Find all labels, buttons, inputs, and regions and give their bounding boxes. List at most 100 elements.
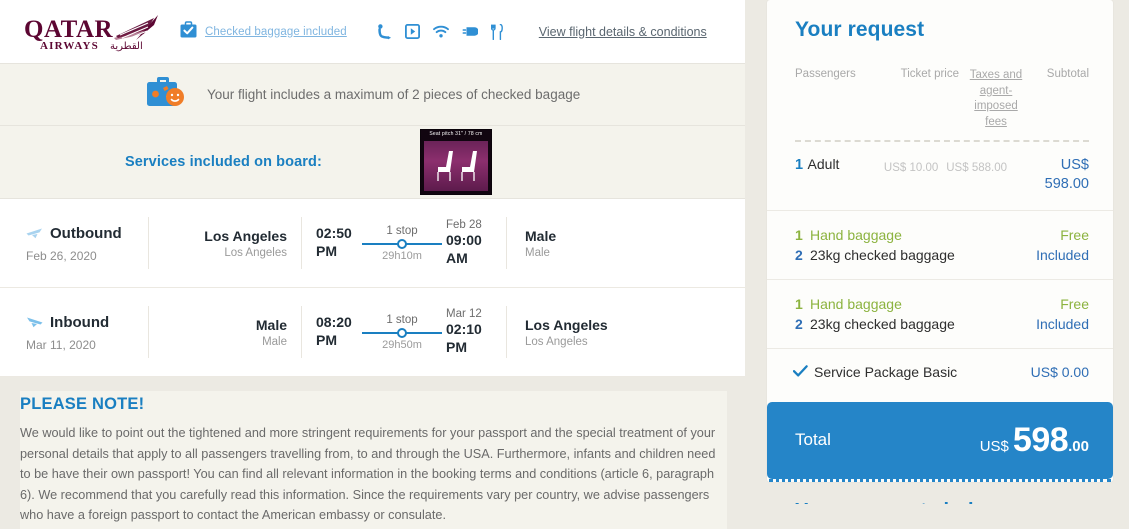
arrive-time-meridiem: AM <box>446 249 468 266</box>
total-currency: US$ <box>979 437 1009 455</box>
leg-date: Feb 26, 2020 <box>26 248 97 263</box>
passenger-taxes: US$ 588.00 <box>946 162 1007 175</box>
header-ticket-price: Ticket price <box>900 68 959 80</box>
check-icon <box>792 364 808 380</box>
baggage-line: 2 23kg checked baggage Included <box>795 314 1089 334</box>
plane-depart-icon <box>26 224 43 244</box>
svg-text:القطرية: القطرية <box>110 41 143 52</box>
services-onboard-title: Services included on board: <box>125 154 322 170</box>
please-note-title: PLEASE NOTE! <box>20 395 145 413</box>
baggage-label: Hand baggage <box>810 295 902 312</box>
baggage-label: 23kg checked baggage <box>810 315 955 332</box>
amenity-icons <box>377 23 503 40</box>
stop-dot <box>397 238 407 249</box>
arrive-time-hm: 02:10 <box>446 320 482 337</box>
view-flight-details-link[interactable]: View flight details & conditions <box>539 25 707 39</box>
leg-destination: Los Angeles Los Angeles <box>507 317 745 348</box>
power-plug-icon <box>462 25 478 38</box>
leg-arrive-time: Feb 28 09:00 AM <box>446 219 506 268</box>
dest-airport: Male <box>525 246 550 259</box>
service-package-price: US$ 0.00 <box>1030 363 1089 380</box>
baggage-group-inbound: 1 Hand baggage Free 2 23kg checked bagga… <box>767 280 1113 348</box>
passenger-type: Adult <box>807 156 840 173</box>
arrive-time-hm: 09:00 <box>446 231 482 248</box>
price-table-headers: Passengers Ticket price Taxes and agent-… <box>767 42 1113 130</box>
baggage-line: 1 Hand baggage Free <box>795 294 1089 314</box>
total-amount-group: US$ 598 .00 <box>980 421 1089 460</box>
seat-pitch-thumbnail[interactable]: Seat pitch 31" / 78 cm <box>419 129 492 195</box>
depart-time-meridiem: PM <box>316 332 337 348</box>
baggage-label: 23kg checked baggage <box>810 246 955 263</box>
flight-leg-inbound[interactable]: Inbound Mar 11, 2020 Male Male 08:20 PM … <box>0 288 745 377</box>
baggage-value: Included <box>1036 315 1089 332</box>
plane-return-icon <box>26 313 43 333</box>
header-passengers: Passengers <box>795 68 856 80</box>
passenger-ticket-price: US$ 10.00 <box>883 162 939 175</box>
leg-origin: Los Angeles Los Angeles <box>149 228 301 259</box>
leg-arrive-time: Mar 12 02:10 PM <box>446 308 506 357</box>
leg-origin: Male Male <box>149 317 301 348</box>
flight-leg-outbound[interactable]: Outbound Feb 26, 2020 Los Angeles Los An… <box>0 199 745 288</box>
header-taxes-and-fees[interactable]: Taxes and agent-imposed fees <box>965 68 1027 130</box>
leg-direction-outbound: Outbound Feb 26, 2020 <box>0 224 148 263</box>
arrive-date: Mar 12 <box>446 307 482 320</box>
header-subtotal: Subtotal <box>1046 68 1089 80</box>
leg-duration: 29h50m <box>382 338 422 351</box>
please-note-body: We would like to point out the tightened… <box>20 426 716 523</box>
leg-direction-inbound: Inbound Mar 11, 2020 <box>0 313 148 352</box>
dotted-footer-divider <box>769 478 1111 482</box>
leg-stops: 1 stop <box>386 224 418 237</box>
baggage-count: 2 <box>795 315 803 332</box>
depart-time-hm: 02:50 <box>316 225 352 242</box>
leg-stops-duration: 1 stop 29h50m <box>358 314 446 351</box>
dest-city: Los Angeles <box>525 316 608 333</box>
svg-text:AIRWAYS: AIRWAYS <box>40 40 99 52</box>
baggage-count: 1 <box>795 295 803 312</box>
booking-summary-page: QATAR AIRWAYS القطرية Checked baggage in… <box>0 0 1129 529</box>
passenger-label-group: 1 Adult <box>795 156 884 174</box>
seat-pitch-caption: Seat pitch 31" / 78 cm <box>429 131 483 137</box>
checked-baggage-included[interactable]: Checked baggage included <box>180 20 347 43</box>
seat-back-icon <box>461 151 477 181</box>
leg-stops: 1 stop <box>386 313 418 326</box>
please-note-section: PLEASE NOTE! We would like to point out … <box>0 377 745 529</box>
leg-depart-time: 02:50 PM <box>302 225 358 261</box>
total-cents: .00 <box>1068 437 1089 455</box>
baggage-count: 1 <box>795 226 803 243</box>
leg-route-bar <box>358 238 446 249</box>
origin-city: Los Angeles <box>204 227 287 244</box>
dest-city: Male <box>525 227 557 244</box>
passenger-subtotal-currency: US$ <box>1060 157 1089 174</box>
leg-date: Mar 11, 2020 <box>26 337 96 352</box>
total-label: Total <box>795 430 831 450</box>
svg-text:QATAR: QATAR <box>24 16 114 43</box>
baggage-notice-text: Your flight includes a maximum of 2 piec… <box>207 87 581 102</box>
flight-details-column: QATAR AIRWAYS القطرية Checked baggage in… <box>0 0 745 529</box>
baggage-line: 1 Hand baggage Free <box>795 225 1089 245</box>
service-package-row: Service Package Basic US$ 0.00 <box>767 349 1113 396</box>
suitcase-smiley-icon <box>145 72 193 117</box>
baggage-notice-strip: Your flight includes a maximum of 2 piec… <box>0 64 745 126</box>
origin-airport: Male <box>262 335 287 348</box>
origin-airport: Los Angeles <box>224 246 287 259</box>
dest-airport: Los Angeles <box>525 335 588 348</box>
your-request-title: Your request <box>795 18 925 41</box>
total-bar: Total US$ 598 .00 <box>767 401 1113 479</box>
origin-city: Male <box>255 316 287 333</box>
seat-recline-icon <box>377 23 392 40</box>
baggage-label: Hand baggage <box>810 226 902 243</box>
total-amount: 598 <box>1012 420 1069 459</box>
passenger-count: 1 <box>795 157 804 174</box>
wifi-icon <box>432 25 449 38</box>
baggage-value: Free <box>1060 226 1089 243</box>
baggage-value: Free <box>1060 295 1089 312</box>
seat-front-icon <box>437 151 453 181</box>
leg-duration: 29h10m <box>382 249 422 262</box>
passenger-subtotal-amount: 598.00 <box>1044 175 1089 192</box>
leg-route-bar <box>358 327 446 338</box>
baggage-line: 2 23kg checked baggage Included <box>795 245 1089 265</box>
baggage-value: Included <box>1036 246 1089 263</box>
passenger-price-row: 1 Adult US$ 10.00 US$ 588.00 US$ 598.00 <box>767 142 1113 210</box>
flight-header-bar: QATAR AIRWAYS القطرية Checked baggage in… <box>0 0 745 64</box>
depart-time-meridiem: PM <box>316 243 337 259</box>
